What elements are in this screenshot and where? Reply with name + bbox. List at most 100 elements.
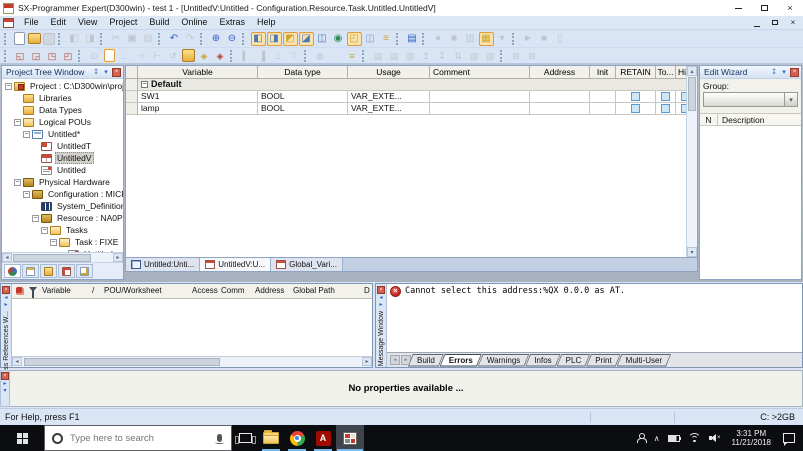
message-tab-multi-user[interactable]: Multi-User: [617, 354, 671, 367]
grid-col-data-type[interactable]: Data type: [258, 66, 348, 79]
calendar-icon[interactable]: ⊞: [509, 49, 524, 62]
doc-tab-untitled-unti[interactable]: Untitled:Unti...: [126, 258, 201, 271]
close-icon[interactable]: ×: [377, 286, 385, 294]
scroll-down-icon[interactable]: ▾: [687, 247, 697, 257]
collapse-icon[interactable]: −: [141, 81, 148, 88]
tree-node-untitledv[interactable]: UntitledV: [2, 152, 123, 164]
cut-icon[interactable]: ✂: [109, 32, 124, 46]
scroll-up-icon[interactable]: ▴: [687, 66, 697, 76]
insert-coil-icon[interactable]: ⊢: [150, 49, 165, 62]
grid-group-row[interactable]: − Default: [126, 79, 697, 91]
filter-icon[interactable]: [29, 287, 37, 298]
expander-icon[interactable]: −: [5, 82, 12, 90]
pointer-hand-icon[interactable]: [16, 287, 24, 295]
people-button[interactable]: [633, 425, 650, 451]
variable-row-sw1[interactable]: SW1 BOOL VAR_EXTE...: [126, 91, 697, 103]
stop-icon[interactable]: ■: [537, 32, 552, 46]
network-button[interactable]: [684, 425, 705, 451]
doc-tab-untitledv-u[interactable]: UntitledV:U...: [200, 258, 272, 271]
child-minimize-button[interactable]: [751, 18, 763, 27]
xref-col-address[interactable]: Address: [255, 286, 284, 295]
mdi-child-icon[interactable]: [3, 17, 14, 28]
message-row[interactable]: × Cannot select this address:%QX 0.0.0 as…: [390, 286, 799, 297]
tree-node-task-fixe[interactable]: − Task : FIXE: [2, 236, 123, 248]
retain-checkbox[interactable]: [631, 104, 640, 113]
expander-icon[interactable]: −: [41, 226, 48, 234]
add-fb-icon[interactable]: ◈: [213, 49, 228, 62]
redo-icon[interactable]: ↷: [183, 32, 198, 46]
scroll-left-icon[interactable]: ◂: [12, 357, 22, 366]
insert-contact-icon[interactable]: ⊣: [134, 49, 149, 62]
expander-icon[interactable]: −: [32, 214, 39, 222]
close-icon[interactable]: ×: [112, 67, 121, 77]
message-tab-plc[interactable]: PLC: [557, 354, 591, 367]
grid-col-address[interactable]: Address: [530, 66, 590, 79]
wizard-col-n[interactable]: N: [700, 114, 718, 125]
insert-network-icon[interactable]: ●: [431, 32, 446, 46]
close-icon[interactable]: ×: [2, 286, 10, 294]
zip-project-icon[interactable]: ◧: [67, 32, 82, 46]
close-icon[interactable]: ×: [790, 67, 799, 77]
watch-icon[interactable]: ◍: [313, 49, 328, 62]
unwatch-icon[interactable]: ◌: [329, 49, 344, 62]
chrome-button[interactable]: [284, 425, 310, 451]
message-tab-warnings[interactable]: Warnings: [478, 354, 530, 367]
cell-address[interactable]: [530, 91, 590, 103]
expander-icon[interactable]: −: [14, 118, 21, 126]
tree-tab-4[interactable]: [58, 264, 75, 278]
menu-edit[interactable]: Edit: [45, 16, 73, 29]
cell-usage[interactable]: VAR_EXTE...: [348, 103, 430, 115]
scroll-right-icon[interactable]: ▸: [113, 253, 123, 262]
cell-comment[interactable]: [430, 103, 530, 115]
message-tab-infos[interactable]: Infos: [525, 354, 560, 367]
xref-horizontal-scrollbar[interactable]: ◂ ▸: [12, 356, 372, 367]
pin-icon[interactable]: ↧: [769, 67, 779, 77]
close-button[interactable]: ×: [777, 0, 803, 16]
cell-comment[interactable]: [430, 91, 530, 103]
action-center-icon[interactable]: [783, 433, 795, 446]
dock-left-icon[interactable]: ◂: [4, 295, 7, 301]
dock-right-icon[interactable]: ▸: [3, 381, 6, 387]
cross-references-list[interactable]: [12, 299, 372, 356]
xref-col-pou-worksheet[interactable]: POU/Worksheet: [104, 286, 162, 295]
grid-col-to[interactable]: To...: [656, 66, 676, 79]
dock-down-icon[interactable]: ▾: [3, 388, 6, 394]
save-icon[interactable]: [43, 32, 55, 45]
cell-variable[interactable]: lamp: [138, 103, 258, 115]
row-header[interactable]: [126, 91, 138, 103]
scroll-thumb[interactable]: [24, 358, 220, 366]
append-group-icon[interactable]: ◰: [61, 49, 76, 62]
cell-data_type[interactable]: BOOL: [258, 103, 348, 115]
menu-project[interactable]: Project: [103, 16, 143, 29]
expander-icon[interactable]: −: [23, 190, 30, 198]
taskbar-search[interactable]: [44, 425, 232, 451]
open-icon[interactable]: [28, 33, 41, 44]
microphone-icon[interactable]: [215, 434, 224, 444]
left-powerrail-icon[interactable]: ▍: [239, 49, 254, 62]
xref-col-d[interactable]: D: [364, 286, 370, 295]
xref-col-[interactable]: /: [92, 286, 94, 295]
column-settings-icon[interactable]: ▨: [483, 49, 498, 62]
dock-left-icon[interactable]: ◂: [379, 295, 382, 301]
delete-network-icon[interactable]: ■: [447, 32, 462, 46]
xref-col-variable[interactable]: Variable: [42, 286, 71, 295]
tree-tab-5[interactable]: [76, 264, 93, 278]
branch-up-icon[interactable]: ⊥: [271, 49, 286, 62]
wizard-col-description[interactable]: Description: [718, 115, 765, 125]
grid-vertical-scrollbar[interactable]: ▴ ▾: [686, 66, 697, 257]
scroll-right-icon[interactable]: ▸: [362, 357, 372, 366]
chevron-down-icon[interactable]: ▾: [784, 93, 797, 106]
page-layout-icon[interactable]: ▤: [405, 32, 420, 46]
tree-node-libraries[interactable]: Libraries: [2, 92, 123, 104]
cell-address[interactable]: [530, 103, 590, 115]
cell-init[interactable]: [590, 91, 616, 103]
message-tab-print[interactable]: Print: [586, 354, 620, 367]
view-cross-references-icon[interactable]: ◪: [298, 31, 314, 46]
tree-node-tasks[interactable]: − Tasks: [2, 224, 123, 236]
close-icon[interactable]: ×: [1, 372, 9, 380]
row-header[interactable]: [126, 103, 138, 115]
chevron-down-icon[interactable]: ▾: [101, 67, 111, 77]
new-icon[interactable]: [14, 32, 25, 45]
tree-node-untitledt[interactable]: UntitledT: [2, 140, 123, 152]
scroll-thumb[interactable]: [13, 253, 91, 262]
